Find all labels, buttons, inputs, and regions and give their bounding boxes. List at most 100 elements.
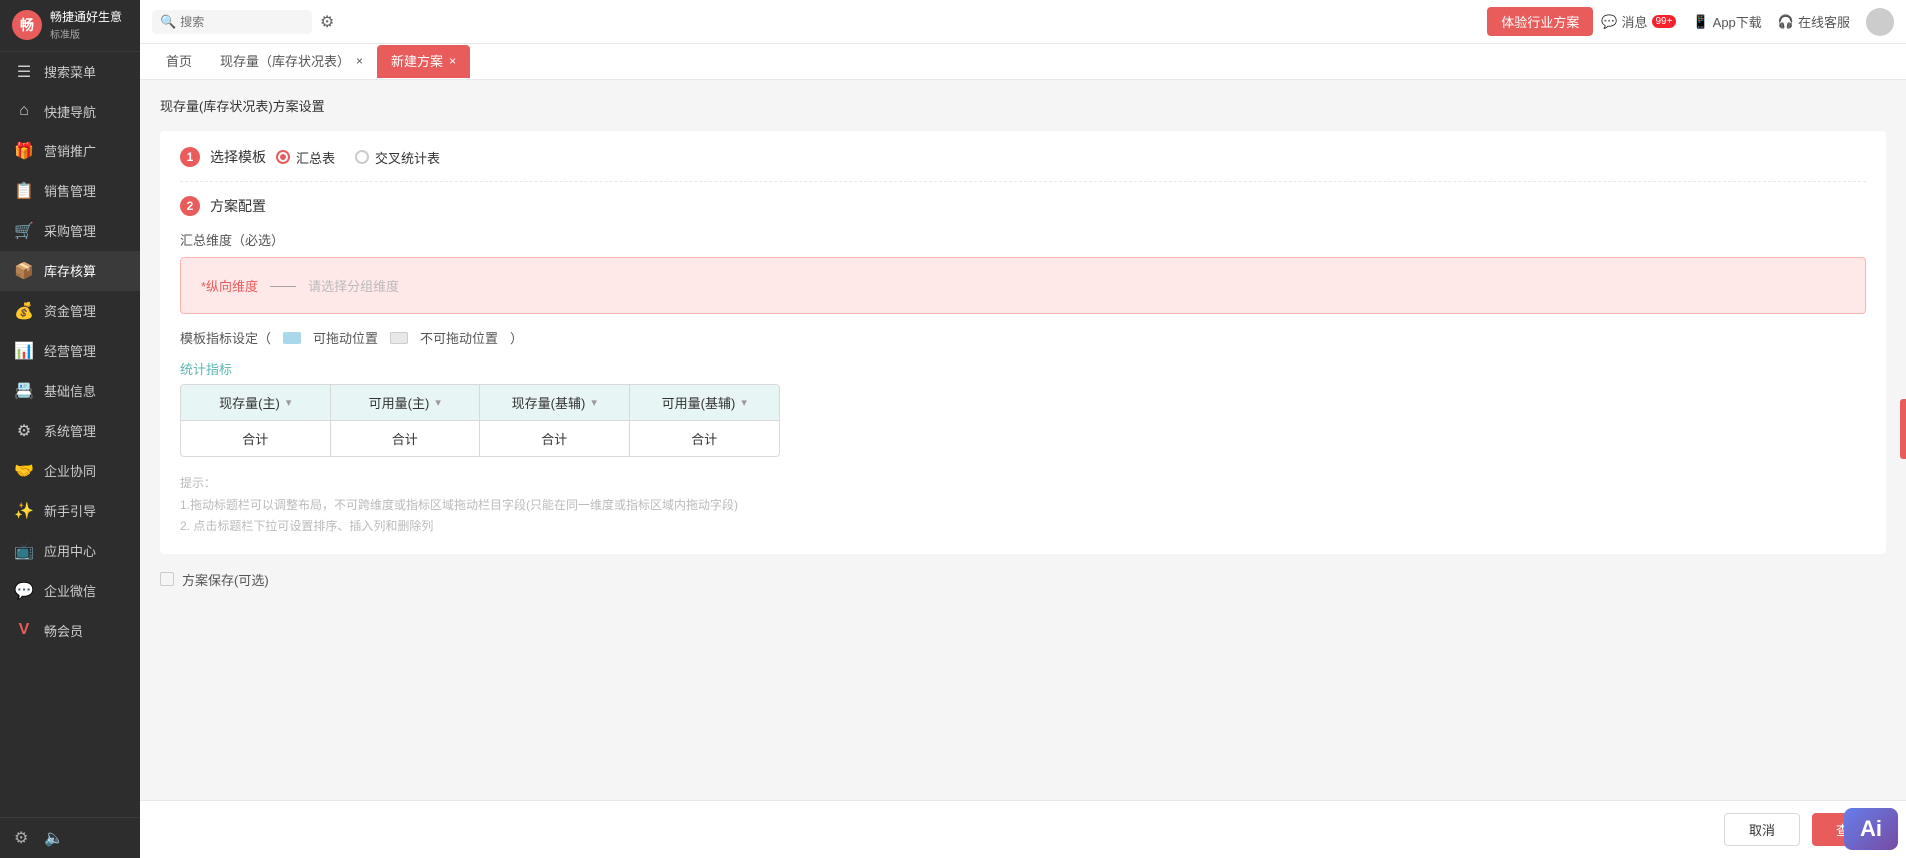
guide-icon: ✨ (14, 501, 34, 521)
tab-inventory[interactable]: 现存量（库存状况表） × (206, 45, 377, 78)
purchase-icon: 🛒 (14, 221, 34, 241)
trial-button[interactable]: 体验行业方案 (1487, 7, 1593, 36)
sidebar-item-finance-label: 资金管理 (44, 301, 96, 320)
step1-row: 1 选择模板 汇总表 交叉统计表 (180, 147, 1866, 167)
content-area: 现存量(库存状况表)方案设置 1 选择模板 汇总表 交叉统计表 (140, 80, 1906, 800)
sidebar-item-system-label: 系统管理 (44, 421, 96, 440)
logo-text-block: 畅捷通好生意 标准版 (50, 10, 122, 41)
sidebar-item-purchase[interactable]: 🛒 采购管理 (0, 211, 140, 251)
sidebar-item-wechat[interactable]: 💬 企业微信 (0, 571, 140, 611)
step2-title: 方案配置 (210, 196, 266, 216)
sidebar-item-basic[interactable]: 📇 基础信息 (0, 371, 140, 411)
radio-cross-label: 交叉统计表 (375, 148, 440, 167)
message-item[interactable]: 💬 消息 99+ (1601, 12, 1676, 31)
online-service-item[interactable]: 🎧 在线客服 (1778, 12, 1850, 31)
phone-icon: 📱 (1692, 14, 1708, 30)
fixed-label: 不可拖动位置 (420, 328, 498, 347)
dimension-required-area[interactable]: *纵向维度 —— 请选择分组维度 (180, 257, 1866, 314)
sidebar-item-wechat-label: 企业微信 (44, 581, 96, 600)
app-name: 畅捷通好生意 (50, 10, 122, 26)
topbar-right: 💬 消息 99+ 📱 App下载 🎧 在线客服 (1601, 8, 1894, 36)
settings-bottom-icon[interactable]: ⚙ (14, 828, 28, 848)
home-icon: ⌂ (14, 102, 34, 120)
cancel-button[interactable]: 取消 (1724, 813, 1800, 846)
logo-icon: 畅 (12, 10, 42, 40)
tab-new-plan[interactable]: 新建方案 × (377, 45, 470, 78)
stats-col-4-label: 可用量(基辅) (662, 393, 736, 412)
template-suffix: ） (510, 328, 523, 347)
page-header: 现存量(库存状况表)方案设置 (160, 96, 1886, 115)
search-input[interactable] (180, 15, 290, 29)
message-icon: 💬 (1601, 14, 1617, 30)
sidebar-item-member[interactable]: V 畅会员 (0, 611, 140, 650)
stats-body-cell-1: 合计 (181, 421, 331, 456)
stats-col-2[interactable]: 可用量(主) ▾ (331, 385, 481, 420)
save-checkbox[interactable] (160, 572, 174, 586)
settings-section: 1 选择模板 汇总表 交叉统计表 2 方案配置 (160, 131, 1886, 554)
stats-col-3-label: 现存量(基辅) (512, 393, 586, 412)
radio-cross[interactable]: 交叉统计表 (355, 148, 440, 167)
dimension-placeholder: 请选择分组维度 (308, 276, 399, 295)
radio-cross-dot (355, 150, 369, 164)
basic-icon: 📇 (14, 381, 34, 401)
settings-icon[interactable]: ⚙ (320, 12, 334, 32)
app-edition: 标准版 (50, 26, 122, 41)
topbar: 🔍 ⚙ 体验行业方案 💬 消息 99+ 📱 App下载 🎧 在线客服 (140, 0, 1906, 44)
sidebar-item-search-label: 搜索菜单 (44, 62, 96, 81)
sidebar-item-finance[interactable]: 💰 资金管理 (0, 291, 140, 331)
dash-separator: —— (270, 278, 296, 293)
step2-section: 汇总维度（必选） *纵向维度 —— 请选择分组维度 模板指标设定（ 可拖动位置 … (180, 230, 1866, 538)
search-menu-icon: ☰ (14, 62, 34, 82)
tab-inventory-close[interactable]: × (356, 55, 363, 67)
stats-body-cell-4: 合计 (630, 421, 780, 456)
system-icon: ⚙ (14, 421, 34, 441)
search-box[interactable]: 🔍 (152, 10, 312, 34)
sidebar-item-search[interactable]: ☰ 搜索菜单 (0, 52, 140, 92)
collab-icon: 🤝 (14, 461, 34, 481)
step1-badge: 1 (180, 147, 200, 167)
chevron-down-icon-3: ▾ (591, 396, 597, 409)
draggable-label: 可拖动位置 (313, 328, 378, 347)
sidebar-item-appcenter[interactable]: 📺 应用中心 (0, 531, 140, 571)
sound-icon[interactable]: 🔈 (44, 828, 64, 848)
stats-title: 统计指标 (180, 359, 1866, 378)
step2-row: 2 方案配置 (180, 196, 1866, 216)
inventory-icon: 📦 (14, 261, 34, 281)
sidebar-item-inventory[interactable]: 📦 库存核算 (0, 251, 140, 291)
sidebar-item-guide-label: 新手引导 (44, 501, 96, 520)
sidebar-item-management[interactable]: 📊 经营管理 (0, 331, 140, 371)
sidebar-item-quicknav[interactable]: ⌂ 快捷导航 (0, 92, 140, 131)
gift-icon: 🎁 (14, 141, 34, 161)
vertical-label: *纵向维度 (201, 276, 258, 295)
sidebar-item-appcenter-label: 应用中心 (44, 541, 96, 560)
stats-col-2-label: 可用量(主) (369, 393, 430, 412)
radio-summary[interactable]: 汇总表 (276, 148, 335, 167)
tab-home-label: 首页 (166, 51, 192, 70)
sidebar-item-system[interactable]: ⚙ 系统管理 (0, 411, 140, 451)
scroll-indicator (1900, 399, 1906, 459)
main-area: 🔍 ⚙ 体验行业方案 💬 消息 99+ 📱 App下载 🎧 在线客服 (140, 0, 1906, 858)
sidebar-item-marketing-label: 营销推广 (44, 141, 96, 160)
stats-col-4[interactable]: 可用量(基辅) ▾ (630, 385, 780, 420)
sidebar-bottom: ⚙ 🔈 (0, 817, 140, 858)
tabs-bar: 首页 现存量（库存状况表） × 新建方案 × (140, 44, 1906, 80)
sidebar-item-sales[interactable]: 📋 销售管理 (0, 171, 140, 211)
stats-table: 现存量(主) ▾ 可用量(主) ▾ 现存量(基辅) ▾ (180, 384, 780, 457)
stats-header-row: 现存量(主) ▾ 可用量(主) ▾ 现存量(基辅) ▾ (181, 385, 779, 420)
avatar[interactable] (1866, 8, 1894, 36)
stats-col-1[interactable]: 现存量(主) ▾ (181, 385, 331, 420)
sidebar-item-basic-label: 基础信息 (44, 381, 96, 400)
ai-badge[interactable]: Ai (1844, 808, 1898, 850)
dimension-label: 汇总维度（必选） (180, 230, 1866, 249)
stats-col-3[interactable]: 现存量(基辅) ▾ (480, 385, 630, 420)
template-indicator-row: 模板指标设定（ 可拖动位置 不可拖动位置 ） (180, 328, 1866, 347)
app-download-item[interactable]: 📱 App下载 (1692, 12, 1761, 31)
sidebar-item-guide[interactable]: ✨ 新手引导 (0, 491, 140, 531)
sidebar-item-collab[interactable]: 🤝 企业协同 (0, 451, 140, 491)
tab-home[interactable]: 首页 (152, 45, 206, 78)
management-icon: 📊 (14, 341, 34, 361)
tab-new-plan-close[interactable]: × (449, 55, 456, 67)
sidebar: 畅 畅捷通好生意 标准版 ☰ 搜索菜单 ⌂ 快捷导航 🎁 营销推广 📋 销售管理… (0, 0, 140, 858)
sidebar-item-marketing[interactable]: 🎁 营销推广 (0, 131, 140, 171)
sidebar-item-collab-label: 企业协同 (44, 461, 96, 480)
